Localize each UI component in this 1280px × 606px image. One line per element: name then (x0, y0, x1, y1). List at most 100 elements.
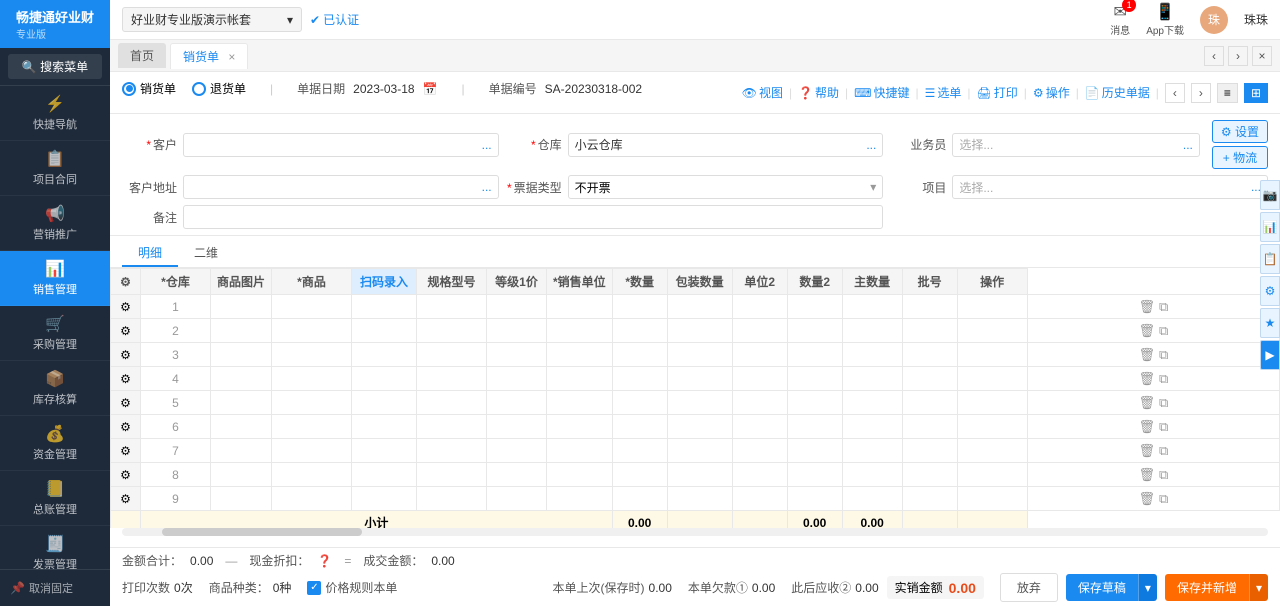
row-copy-button[interactable]: ⧉ (1159, 491, 1168, 507)
discount-help-icon[interactable]: ❓ (317, 554, 332, 568)
row-product-cell[interactable] (352, 487, 417, 511)
row-import-cell[interactable] (417, 319, 487, 343)
col-settings-header[interactable]: ⚙ (111, 269, 141, 295)
row-product-cell[interactable] (352, 439, 417, 463)
row-delete-button[interactable]: 🗑 (1138, 419, 1155, 435)
row-warehouse-cell[interactable] (211, 391, 272, 415)
save-new-button[interactable]: 保存并新增 (1165, 574, 1249, 601)
row-delete-button[interactable]: 🗑 (1138, 371, 1155, 387)
row-import-cell[interactable] (417, 367, 487, 391)
row-import-cell[interactable] (417, 343, 487, 367)
row-settings-cell[interactable]: ⚙ (111, 415, 141, 439)
tab-detail[interactable]: 明细 (122, 240, 178, 267)
cancel-fixed-button[interactable]: 📌 取消固定 (6, 576, 104, 600)
row-saleunit-cell[interactable] (612, 295, 667, 319)
row-qty-cell[interactable] (667, 367, 732, 391)
sidebar-item-quick-nav[interactable]: ⚡ 快捷导航 (0, 86, 110, 141)
row-saleunit-cell[interactable] (612, 367, 667, 391)
row-import-cell[interactable] (417, 463, 487, 487)
row-settings-cell[interactable]: ⚙ (111, 439, 141, 463)
row-import-cell[interactable] (417, 439, 487, 463)
warehouse-input[interactable]: 小云仓库 ... (568, 133, 884, 157)
row-copy-button[interactable]: ⧉ (1159, 323, 1168, 339)
row-qty-cell[interactable] (667, 415, 732, 439)
tab-close-all-button[interactable]: × (1252, 46, 1272, 66)
row-settings-cell[interactable]: ⚙ (111, 295, 141, 319)
row-warehouse-cell[interactable] (211, 487, 272, 511)
message-button[interactable]: ✉ 1 消息 (1110, 2, 1130, 37)
add-logistics-button[interactable]: + 物流 (1212, 146, 1268, 169)
row-copy-button[interactable]: ⧉ (1159, 299, 1168, 315)
table-row[interactable]: ⚙ 5 🗑 ⧉ (111, 391, 1280, 415)
username[interactable]: 珠珠 (1244, 11, 1268, 28)
row-delete-button[interactable]: 🗑 (1138, 467, 1155, 483)
row-delete-button[interactable]: 🗑 (1138, 395, 1155, 411)
select-button[interactable]: ☰ 选单 (925, 84, 962, 101)
sidebar-item-purchase[interactable]: 🛒 采购管理 (0, 306, 110, 361)
row-saleunit-cell[interactable] (612, 487, 667, 511)
grid-view-button[interactable]: ⊞ (1244, 83, 1268, 103)
row-product-cell[interactable] (352, 343, 417, 367)
history-button[interactable]: 📄 历史单据 (1085, 84, 1150, 101)
table-row[interactable]: ⚙ 6 🗑 ⧉ (111, 415, 1280, 439)
row-qty-cell[interactable] (667, 487, 732, 511)
right-panel-btn-4[interactable]: ⚙ (1260, 276, 1280, 306)
row-saleunit-cell[interactable] (612, 319, 667, 343)
row-product-cell[interactable] (352, 367, 417, 391)
row-saleunit-cell[interactable] (612, 439, 667, 463)
salesperson-dots[interactable]: ... (1183, 138, 1193, 152)
row-qty-cell[interactable] (667, 391, 732, 415)
tab-close-icon[interactable]: × (228, 50, 235, 64)
table-row[interactable]: ⚙ 3 🗑 ⧉ (111, 343, 1280, 367)
row-import-cell[interactable] (417, 415, 487, 439)
table-row[interactable]: ⚙ 9 🗑 ⧉ (111, 487, 1280, 511)
sidebar-item-inventory[interactable]: 📦 库存核算 (0, 361, 110, 416)
warehouse-dots[interactable]: ... (866, 138, 876, 152)
sidebar-item-marketing[interactable]: 📢 营销推广 (0, 196, 110, 251)
sidebar-item-invoice[interactable]: 🧾 发票管理 (0, 526, 110, 569)
table-row[interactable]: ⚙ 7 🗑 ⧉ (111, 439, 1280, 463)
price-check-checkbox[interactable]: ✓ (307, 581, 321, 595)
table-row[interactable]: ⚙ 1 🗑 ⧉ (111, 295, 1280, 319)
table-row[interactable]: ⚙ 4 🗑 ⧉ (111, 367, 1280, 391)
row-import-cell[interactable] (417, 487, 487, 511)
row-warehouse-cell[interactable] (211, 415, 272, 439)
row-copy-button[interactable]: ⧉ (1159, 371, 1168, 387)
row-copy-button[interactable]: ⧉ (1159, 347, 1168, 363)
row-settings-cell[interactable]: ⚙ (111, 487, 141, 511)
user-avatar[interactable]: 珠 (1200, 6, 1228, 34)
table-row[interactable]: ⚙ 2 🗑 ⧉ (111, 319, 1280, 343)
customer-input[interactable]: ... (183, 133, 499, 157)
right-panel-btn-2[interactable]: 📊 (1260, 212, 1280, 242)
row-saleunit-cell[interactable] (612, 415, 667, 439)
save-draft-arrow-button[interactable]: ▾ (1138, 574, 1157, 601)
row-warehouse-cell[interactable] (211, 295, 272, 319)
row-product-cell[interactable] (352, 295, 417, 319)
address-dots[interactable]: ... (482, 180, 492, 194)
sidebar-item-ledger[interactable]: 📒 总账管理 (0, 471, 110, 526)
calendar-icon[interactable]: 📅 (423, 82, 438, 96)
save-draft-button[interactable]: 保存草稿 (1066, 574, 1138, 601)
list-view-button[interactable]: ≡ (1217, 83, 1238, 103)
tab-home[interactable]: 首页 (118, 43, 166, 68)
right-panel-btn-active[interactable]: ▶ (1260, 340, 1280, 370)
memo-input[interactable] (183, 205, 883, 229)
tab-next-button[interactable]: › (1228, 46, 1248, 66)
right-panel-btn-3[interactable]: 📋 (1260, 244, 1280, 274)
row-warehouse-cell[interactable] (211, 367, 272, 391)
row-product-cell[interactable] (352, 391, 417, 415)
save-new-arrow-button[interactable]: ▾ (1249, 574, 1268, 601)
row-settings-cell[interactable]: ⚙ (111, 391, 141, 415)
right-panel-btn-5[interactable]: ★ (1260, 308, 1280, 338)
row-delete-button[interactable]: 🗑 (1138, 347, 1155, 363)
row-qty-cell[interactable] (667, 319, 732, 343)
row-warehouse-cell[interactable] (211, 319, 272, 343)
doc-next-button[interactable]: › (1191, 83, 1211, 103)
row-delete-button[interactable]: 🗑 (1138, 299, 1155, 315)
tab-prev-button[interactable]: ‹ (1204, 46, 1224, 66)
table-scrollbar-thumb[interactable] (162, 528, 362, 536)
table-row[interactable]: ⚙ 8 🗑 ⧉ (111, 463, 1280, 487)
operate-button[interactable]: ⚙ 操作 (1033, 84, 1070, 101)
row-copy-button[interactable]: ⧉ (1159, 467, 1168, 483)
row-import-cell[interactable] (417, 391, 487, 415)
